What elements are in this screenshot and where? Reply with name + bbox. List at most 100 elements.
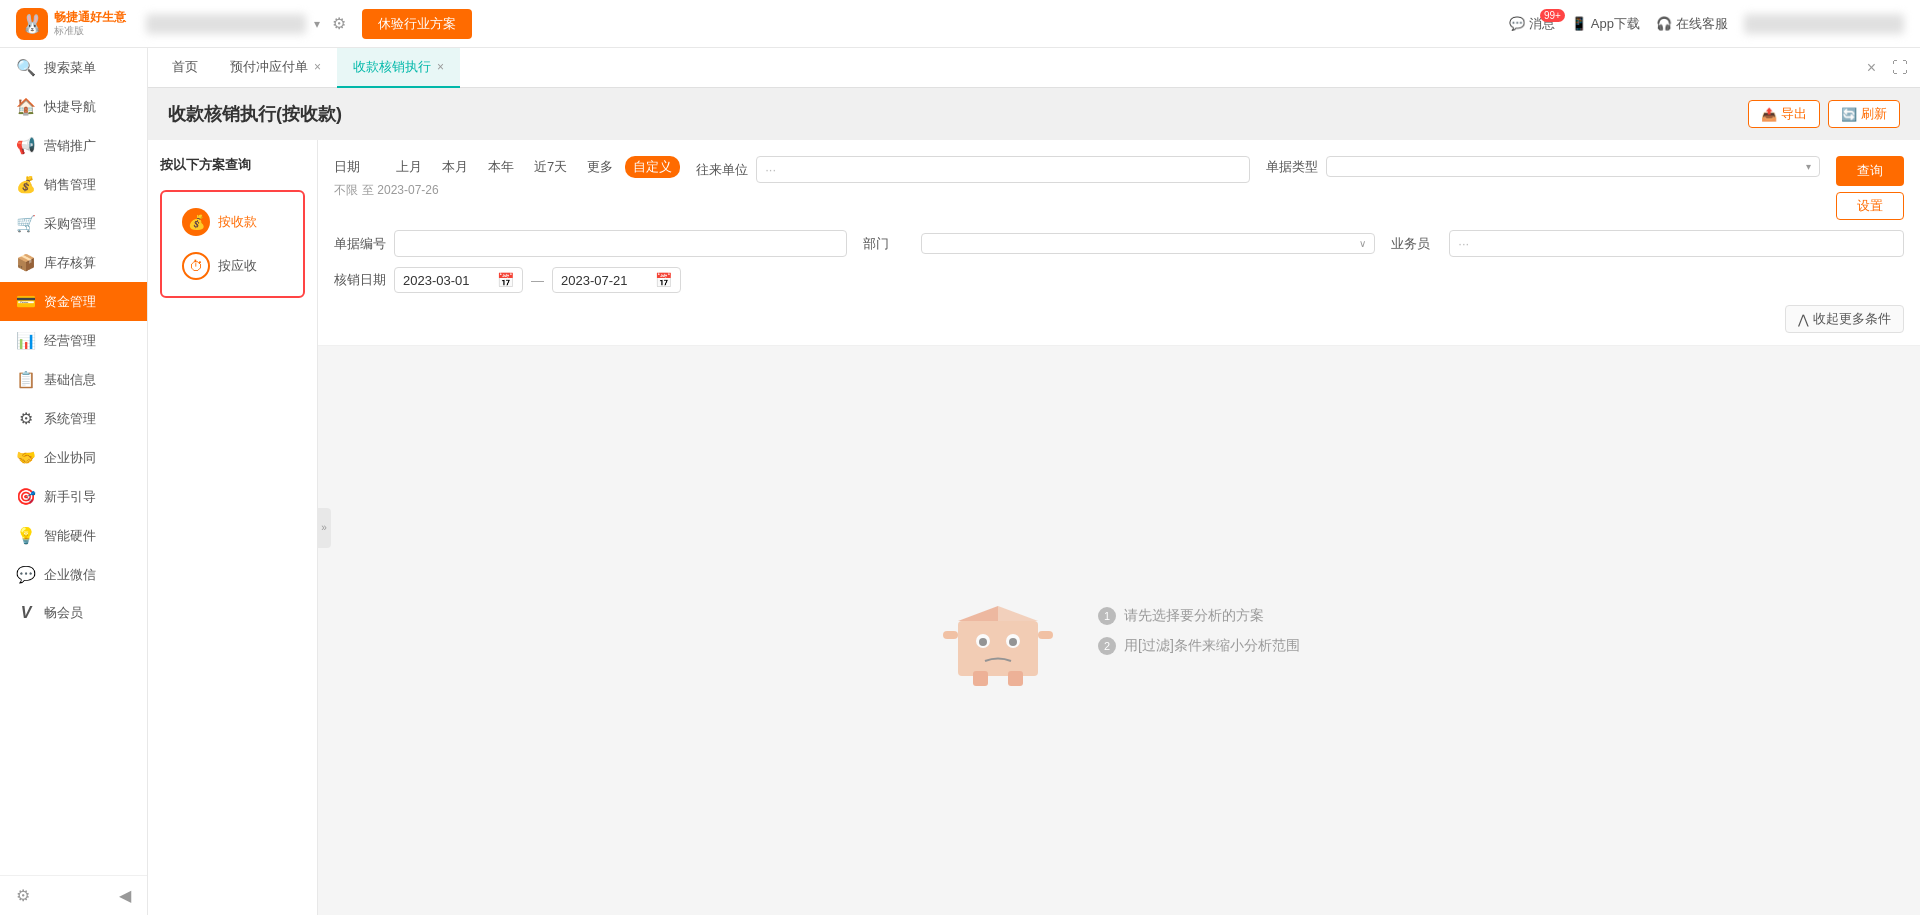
empty-tip-1-text: 请先选择要分析的方案 (1124, 607, 1264, 625)
collapse-conditions-button[interactable]: ⋀ 收起更多条件 (1785, 305, 1904, 333)
filter-panel-title: 按以下方案查询 (160, 152, 305, 178)
search-row-1: 日期 上月 本月 本年 近7天 更多 自定义 不限 至 2023-07-26 (334, 156, 1904, 220)
empty-tips: 1 请先选择要分析的方案 2 用[过滤]条件来缩小分析范围 (1098, 607, 1300, 655)
refresh-icon: 🔄 (1841, 107, 1857, 122)
voucher-type-select[interactable]: ▾ (1326, 156, 1820, 177)
staff-input[interactable]: ··· (1449, 230, 1904, 257)
sidebar-item-purchase[interactable]: 🛒 采购管理 (0, 204, 147, 243)
wechat-icon: 💬 (16, 565, 36, 584)
sidebar-item-label: 快捷导航 (44, 98, 96, 116)
svg-rect-0 (958, 621, 1038, 676)
svg-rect-8 (1008, 671, 1023, 686)
date-group: 日期 上月 本月 本年 近7天 更多 自定义 不限 至 2023-07-26 (334, 156, 680, 199)
counterparty-label: 往来单位 (696, 161, 748, 179)
calendar-start-icon: 📅 (497, 272, 514, 288)
refresh-button[interactable]: 🔄 刷新 (1828, 100, 1900, 128)
svg-rect-6 (1038, 631, 1053, 639)
filter-panel-collapse-button[interactable]: » (317, 508, 331, 548)
app-edition: 标准版 (54, 25, 126, 37)
empty-tip-1: 1 请先选择要分析的方案 (1098, 607, 1300, 625)
basic-info-icon: 📋 (16, 370, 36, 389)
industry-solution-button[interactable]: 休验行业方案 (362, 9, 472, 39)
writeoff-date-end-input[interactable] (561, 273, 651, 288)
sidebar-item-enterprise[interactable]: 🤝 企业协同 (0, 438, 147, 477)
sidebar-item-wechat[interactable]: 💬 企业微信 (0, 555, 147, 594)
sidebar-item-hardware[interactable]: 💡 智能硬件 (0, 516, 147, 555)
tabbar-close-all-icon[interactable]: × (1863, 57, 1880, 79)
tab-writeoff[interactable]: 收款核销执行 × (337, 48, 460, 88)
date-custom-button[interactable]: 自定义 (625, 156, 680, 178)
voucher-type-arrow-icon: ▾ (1806, 161, 1811, 172)
messages-button[interactable]: 💬 消息 99+ (1509, 15, 1555, 33)
operation-icon: 📊 (16, 331, 36, 350)
sidebar-item-label: 基础信息 (44, 371, 96, 389)
date-7days-button[interactable]: 近7天 (526, 156, 575, 178)
tabbar-actions: × ⛶ (1863, 57, 1912, 79)
data-area: 1 请先选择要分析的方案 2 用[过滤]条件来缩小分析范围 (318, 346, 1920, 915)
sidebar-item-system[interactable]: ⚙ 系统管理 (0, 399, 147, 438)
topbar-center: ▾ ⚙ 休验行业方案 (146, 9, 1509, 39)
chevron-down-icon[interactable]: ▾ (314, 17, 320, 31)
dept-select[interactable]: ∨ (921, 233, 1376, 254)
chat-icon: 💬 (1509, 16, 1525, 31)
counterparty-input[interactable]: ··· (756, 156, 1250, 183)
tab-prepay[interactable]: 预付冲应付单 × (214, 48, 337, 88)
gear-icon[interactable]: ⚙ (332, 14, 346, 33)
voucher-num-input[interactable] (394, 230, 847, 257)
date-hint: 至 2023-07-26 (362, 182, 439, 199)
sidebar: 🔍 搜索菜单 🏠 快捷导航 📢 营销推广 💰 销售管理 🛒 采购管理 📦 库存核… (0, 48, 148, 915)
export-button[interactable]: 📤 导出 (1748, 100, 1820, 128)
receivable-filter-icon: ⏱ (182, 252, 210, 280)
phone-icon: 📱 (1571, 16, 1587, 31)
app-download-label: App下载 (1591, 15, 1640, 33)
filter-option-by-receipt[interactable]: 💰 按收款 (170, 200, 295, 244)
sidebar-bottom: ⚙ ◀ (0, 875, 147, 915)
app-download-button[interactable]: 📱 App下载 (1571, 15, 1640, 33)
sidebar-item-finance[interactable]: 💳 资金管理 (0, 282, 147, 321)
purchase-icon: 🛒 (16, 214, 36, 233)
tip-num-2: 2 (1098, 637, 1116, 655)
writeoff-date-end-field[interactable]: 📅 (552, 267, 681, 293)
counterparty-group: 往来单位 ··· (696, 156, 1250, 183)
filter-option-receivable-label: 按应收 (218, 257, 257, 275)
export-icon: 📤 (1761, 107, 1777, 122)
sidebar-item-operation[interactable]: 📊 经营管理 (0, 321, 147, 360)
query-button[interactable]: 查询 (1836, 156, 1904, 186)
sidebar-item-label: 采购管理 (44, 215, 96, 233)
svg-point-4 (1009, 638, 1017, 646)
tab-prepay-close-icon[interactable]: × (314, 60, 321, 74)
sidebar-item-basic-info[interactable]: 📋 基础信息 (0, 360, 147, 399)
tab-writeoff-label: 收款核销执行 (353, 58, 431, 76)
search-icon: 🔍 (16, 58, 36, 77)
writeoff-date-start-input[interactable] (403, 273, 493, 288)
sidebar-collapse-icon[interactable]: ◀ (119, 886, 131, 905)
settings-button[interactable]: 设置 (1836, 192, 1904, 220)
empty-illustration (938, 571, 1058, 691)
tab-writeoff-close-icon[interactable]: × (437, 60, 444, 74)
date-this-year-button[interactable]: 本年 (480, 156, 522, 178)
filter-option-by-receivable[interactable]: ⏱ 按应收 (170, 244, 295, 288)
date-this-month-button[interactable]: 本月 (434, 156, 476, 178)
sidebar-item-label: 新手引导 (44, 488, 96, 506)
staff-group: 业务员 ··· (1391, 230, 1904, 257)
online-service-button[interactable]: 🎧 在线客服 (1656, 15, 1728, 33)
bottom-gear-icon[interactable]: ⚙ (16, 886, 30, 905)
tabbar-expand-icon[interactable]: ⛶ (1888, 57, 1912, 79)
sidebar-item-sales[interactable]: 💰 销售管理 (0, 165, 147, 204)
sidebar-item-guide[interactable]: 🎯 新手引导 (0, 477, 147, 516)
sidebar-item-member[interactable]: V 畅会员 (0, 594, 147, 632)
date-more-button[interactable]: 更多 (579, 156, 621, 178)
sidebar-item-label: 智能硬件 (44, 527, 96, 545)
sidebar-item-search-menu[interactable]: 🔍 搜索菜单 (0, 48, 147, 87)
date-last-month-button[interactable]: 上月 (388, 156, 430, 178)
sidebar-item-label: 畅会员 (44, 604, 83, 622)
sidebar-item-label: 经营管理 (44, 332, 96, 350)
hardware-icon: 💡 (16, 526, 36, 545)
search-row-3: 核销日期 📅 — 📅 (334, 267, 1904, 293)
main-content: 首页 预付冲应付单 × 收款核销执行 × × ⛶ 收款核销执行(按收款) 📤 导… (148, 48, 1920, 915)
tab-home[interactable]: 首页 (156, 48, 214, 88)
writeoff-date-start-field[interactable]: 📅 (394, 267, 523, 293)
sidebar-item-marketing[interactable]: 📢 营销推广 (0, 126, 147, 165)
sidebar-item-inventory[interactable]: 📦 库存核算 (0, 243, 147, 282)
sidebar-item-quick-nav[interactable]: 🏠 快捷导航 (0, 87, 147, 126)
